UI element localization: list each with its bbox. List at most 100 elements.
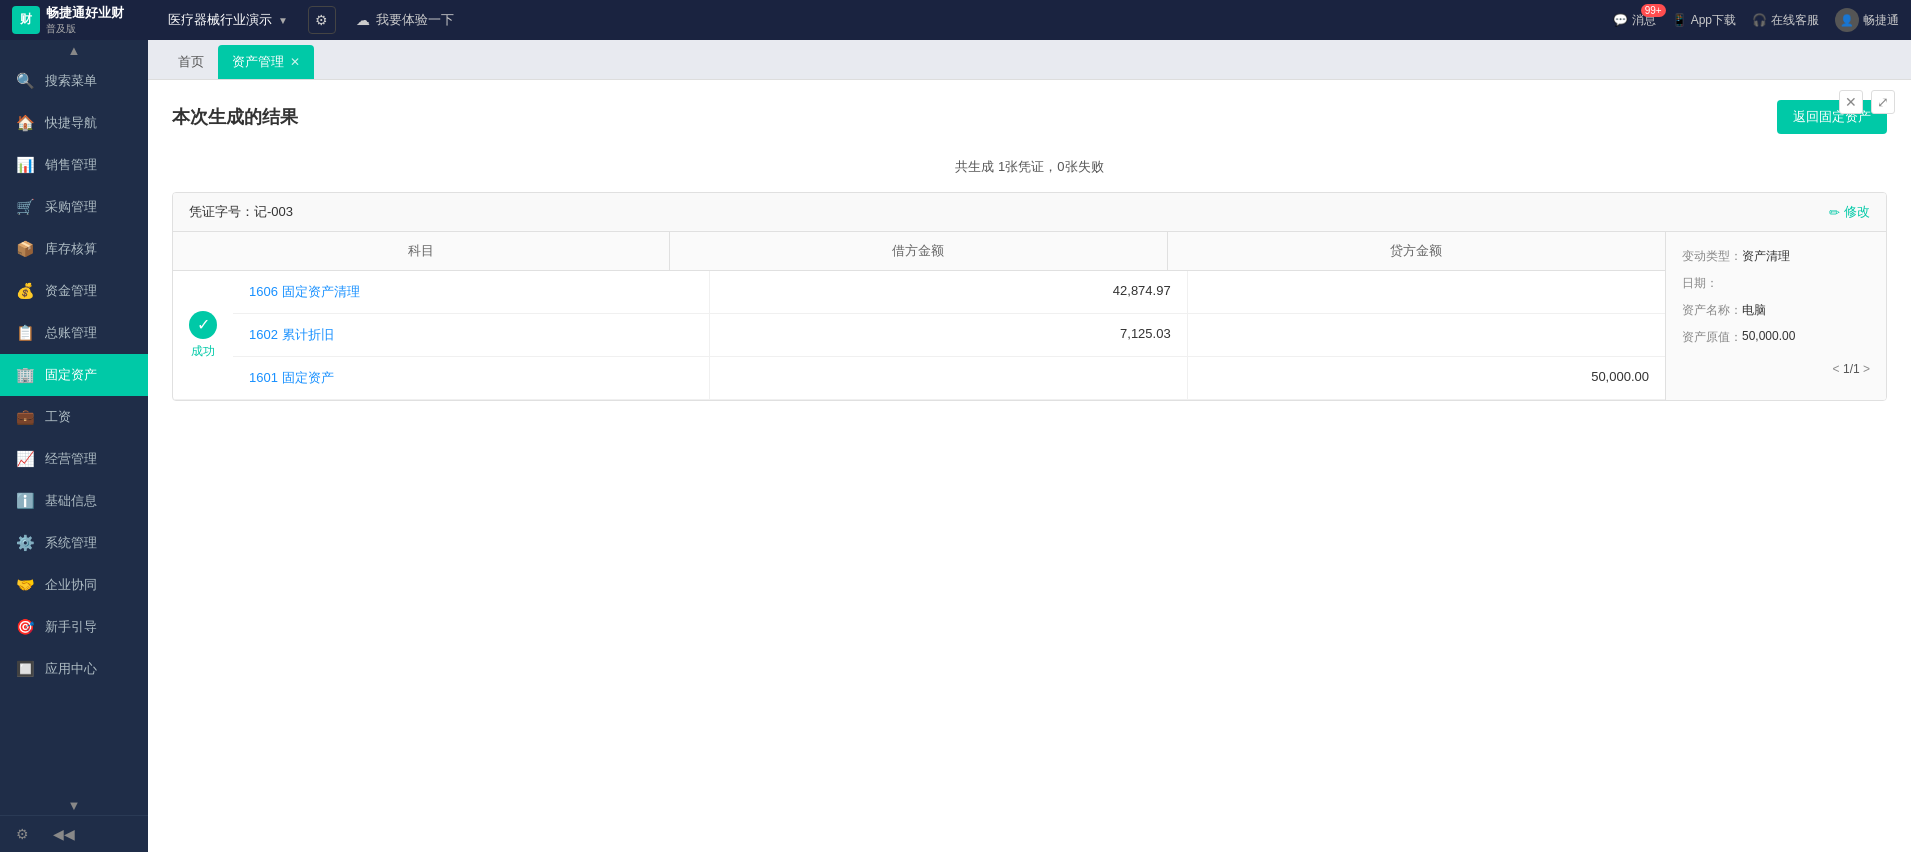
logo-icon: 财 [12, 6, 40, 34]
gear-button[interactable]: ⚙ [308, 6, 336, 34]
app-download-label: App下载 [1691, 12, 1736, 29]
asset-name-value: 电脑 [1742, 302, 1766, 319]
top-header: 财 畅捷通好业财 普及版 医疗器械行业演示 ▼ ⚙ ☁ 我要体验一下 💬 消息 … [0, 0, 1911, 40]
sidebar-settings-icon[interactable]: ⚙ [16, 826, 29, 842]
sidebar-item-label: 企业协同 [45, 576, 97, 594]
sidebar-item-payroll[interactable]: 💼 工资 [0, 396, 148, 438]
change-type-label: 变动类型： [1682, 248, 1742, 265]
pagination-info: 1/1 [1843, 362, 1863, 376]
sidebar-item-label: 经营管理 [45, 450, 97, 468]
sidebar-item-label: 库存核算 [45, 240, 97, 258]
sidebar-item-collaboration[interactable]: 🤝 企业协同 [0, 564, 148, 606]
sidebar-item-app-center[interactable]: 🔲 应用中心 [0, 648, 148, 690]
info-icon: ℹ️ [16, 492, 35, 510]
sidebar-item-label: 系统管理 [45, 534, 97, 552]
sidebar-item-system[interactable]: ⚙️ 系统管理 [0, 522, 148, 564]
message-button[interactable]: 💬 消息 99+ [1613, 12, 1656, 29]
tab-home-label: 首页 [178, 53, 204, 71]
sidebar-nav: 🔍 搜索菜单 🏠 快捷导航 📊 销售管理 🛒 采购管理 📦 库存核算 💰 [0, 60, 148, 795]
tab-assets-management[interactable]: 资产管理 ✕ [218, 45, 314, 79]
td-debit-0: 42,874.97 [710, 271, 1187, 313]
tab-bar: 首页 资产管理 ✕ [148, 40, 1911, 80]
sidebar-item-label: 搜索菜单 [45, 72, 97, 90]
sidebar-item-purchase[interactable]: 🛒 采购管理 [0, 186, 148, 228]
pagination: < 1/1 > [1682, 362, 1870, 376]
tab-home[interactable]: 首页 [164, 45, 218, 79]
expand-window-button[interactable]: ⤢ [1871, 90, 1895, 114]
collaboration-icon: 🤝 [16, 576, 35, 594]
sidebar-item-ledger[interactable]: 📋 总账管理 [0, 312, 148, 354]
sidebar-item-sales[interactable]: 📊 销售管理 [0, 144, 148, 186]
sidebar-item-label: 工资 [45, 408, 71, 426]
table-row: 1602 累计折旧 7,125.03 [233, 314, 1665, 357]
info-original-value: 资产原值： 50,000.00 [1682, 329, 1870, 346]
td-credit-1 [1188, 314, 1665, 356]
sidebar-item-inventory[interactable]: 📦 库存核算 [0, 228, 148, 270]
sidebar-item-operations[interactable]: 📈 经营管理 [0, 438, 148, 480]
table-row-wrapper: ✓ 成功 1606 固定资产清理 42,874.97 160 [173, 271, 1665, 400]
tab-assets-label: 资产管理 [232, 53, 284, 71]
app-download-button[interactable]: 📱 App下载 [1672, 12, 1736, 29]
header-center: 医疗器械行业演示 ▼ ⚙ ☁ 我要体验一下 [160, 6, 1613, 34]
change-type-value: 资产清理 [1742, 248, 1790, 265]
sidebar-bottom: ⚙ ◀◀ [0, 815, 148, 852]
content-area: 首页 资产管理 ✕ ✕ ⤢ 本次生成的结果 返回固定资产 共生成 1张凭证，0张… [148, 40, 1911, 852]
side-info-panel: 变动类型： 资产清理 日期： 资产名称： 电脑 资产原值： [1666, 232, 1886, 400]
sidebar-item-guide[interactable]: 🎯 新手引导 [0, 606, 148, 648]
edit-icon: ✏ [1829, 205, 1840, 220]
original-value-label: 资产原值： [1682, 329, 1742, 346]
company-name: 医疗器械行业演示 [168, 11, 272, 29]
fixed-assets-icon: 🏢 [16, 366, 35, 384]
success-text: 成功 [191, 343, 215, 360]
voucher-body: 科目 借方金额 贷方金额 ✓ 成功 160 [173, 232, 1886, 400]
logo-text: 畅捷通好业财 普及版 [46, 5, 124, 35]
sidebar-scroll-up[interactable]: ▲ [0, 40, 148, 60]
experience-text: 我要体验一下 [376, 11, 454, 29]
sidebar-item-label: 采购管理 [45, 198, 97, 216]
sidebar-item-funds[interactable]: 💰 资金管理 [0, 270, 148, 312]
online-service-button[interactable]: 🎧 在线客服 [1752, 12, 1819, 29]
sidebar-item-fixed-assets[interactable]: 🏢 固定资产 [0, 354, 148, 396]
payroll-icon: 💼 [16, 408, 35, 426]
purchase-icon: 🛒 [16, 198, 35, 216]
logo-area: 财 畅捷通好业财 普及版 [12, 5, 160, 35]
tab-close-icon[interactable]: ✕ [290, 55, 300, 69]
close-window-button[interactable]: ✕ [1839, 90, 1863, 114]
sidebar-item-search[interactable]: 🔍 搜索菜单 [0, 60, 148, 102]
avatar: 👤 [1835, 8, 1859, 32]
sidebar-item-label: 基础信息 [45, 492, 97, 510]
online-service-label: 在线客服 [1771, 12, 1819, 29]
sidebar-item-label: 资金管理 [45, 282, 97, 300]
original-value-value: 50,000.00 [1742, 329, 1795, 346]
summary-text: 共生成 1张凭证，0张失败 [172, 158, 1887, 176]
success-indicator: ✓ 成功 [173, 291, 233, 380]
page-content: ✕ ⤢ 本次生成的结果 返回固定资产 共生成 1张凭证，0张失败 凭证字号：记-… [148, 80, 1911, 852]
th-credit: 贷方金额 [1168, 232, 1665, 270]
edit-button[interactable]: ✏ 修改 [1829, 203, 1870, 221]
company-selector[interactable]: 医疗器械行业演示 ▼ [160, 7, 296, 33]
sidebar-item-label: 销售管理 [45, 156, 97, 174]
dropdown-arrow-icon: ▼ [278, 15, 288, 26]
search-icon: 🔍 [16, 72, 35, 90]
message-icon: 💬 [1613, 13, 1628, 27]
sidebar-collapse-icon[interactable]: ◀◀ [53, 826, 75, 842]
sidebar-item-label: 快捷导航 [45, 114, 97, 132]
pagination-next-icon[interactable]: > [1863, 362, 1870, 376]
message-badge: 99+ [1641, 4, 1666, 17]
sidebar-item-label: 固定资产 [45, 366, 97, 384]
td-subject-0: 1606 固定资产清理 [233, 271, 710, 313]
pagination-prev-icon[interactable]: < [1833, 362, 1840, 376]
sidebar-item-quicknav[interactable]: 🏠 快捷导航 [0, 102, 148, 144]
system-icon: ⚙️ [16, 534, 35, 552]
date-label: 日期： [1682, 275, 1742, 292]
page-title: 本次生成的结果 [172, 105, 298, 129]
table-row: 1601 固定资产 50,000.00 [233, 357, 1665, 399]
success-circle: ✓ [189, 311, 217, 339]
sidebar-scroll-down[interactable]: ▼ [0, 795, 148, 815]
sidebar-item-basic-info[interactable]: ℹ️ 基础信息 [0, 480, 148, 522]
table-header: 科目 借方金额 贷方金额 [173, 232, 1665, 271]
td-subject-1: 1602 累计折旧 [233, 314, 710, 356]
th-debit: 借方金额 [670, 232, 1167, 270]
user-area[interactable]: 👤 畅捷通 [1835, 8, 1899, 32]
experience-button[interactable]: ☁ 我要体验一下 [348, 7, 462, 33]
